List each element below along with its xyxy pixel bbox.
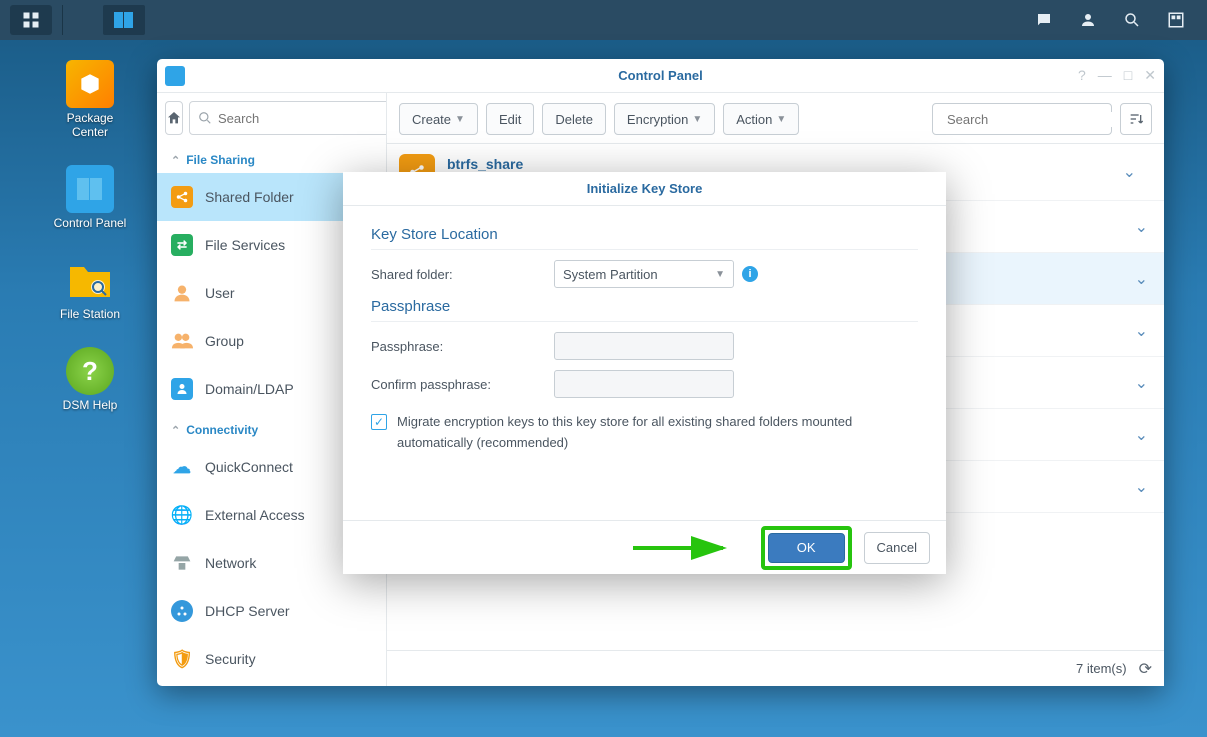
home-button[interactable] bbox=[165, 101, 183, 135]
desktop-icon-file-station[interactable]: File Station bbox=[40, 256, 140, 321]
taskbar-app-control-panel[interactable] bbox=[103, 5, 145, 35]
window-title: Control Panel bbox=[618, 68, 703, 83]
shared-folder-label: Shared folder: bbox=[371, 267, 546, 282]
passphrase-label: Passphrase: bbox=[371, 339, 546, 354]
sidebar-item-dhcp-server[interactable]: DHCP Server bbox=[157, 587, 386, 635]
minimize-icon[interactable]: — bbox=[1098, 67, 1112, 84]
chevron-down-icon[interactable]: ⌄ bbox=[1119, 425, 1164, 445]
taskbar bbox=[0, 0, 1207, 40]
main-menu-button[interactable] bbox=[10, 5, 52, 35]
chat-icon[interactable] bbox=[1023, 5, 1065, 35]
confirm-passphrase-input[interactable] bbox=[554, 370, 734, 398]
chevron-down-icon[interactable]: ⌄ bbox=[1119, 321, 1164, 341]
desktop-icon-package-center[interactable]: PackageCenter bbox=[40, 60, 140, 139]
ok-highlight: OK bbox=[761, 526, 852, 570]
status-bar: 7 item(s) ⟳ bbox=[387, 650, 1164, 686]
desktop-icon-label: PackageCenter bbox=[67, 111, 114, 139]
section-key-store-location: Key Store Location bbox=[371, 226, 918, 250]
encryption-button[interactable]: Encryption▼ bbox=[614, 103, 715, 135]
confirm-passphrase-label: Confirm passphrase: bbox=[371, 377, 546, 392]
toolbar-search-input[interactable] bbox=[947, 112, 1123, 127]
delete-button[interactable]: Delete bbox=[542, 103, 606, 135]
sidebar-item-security[interactable]: 🛡Security bbox=[157, 635, 386, 683]
user-icon[interactable] bbox=[1067, 5, 1109, 35]
sort-button[interactable] bbox=[1120, 103, 1152, 135]
shared-folder-select[interactable]: System Partition▼ bbox=[554, 260, 734, 288]
sidebar-search-input[interactable] bbox=[218, 111, 387, 126]
toolbar-search[interactable] bbox=[932, 103, 1112, 135]
sidebar-search[interactable] bbox=[189, 101, 387, 135]
action-button[interactable]: Action▼ bbox=[723, 103, 799, 135]
migrate-checkbox[interactable]: ✓ bbox=[371, 414, 387, 430]
chevron-down-icon[interactable]: ⌄ bbox=[1119, 373, 1164, 393]
chevron-down-icon[interactable]: ⌄ bbox=[1119, 477, 1164, 497]
desktop-icon-control-panel[interactable]: Control Panel bbox=[40, 165, 140, 230]
search-icon[interactable] bbox=[1111, 5, 1153, 35]
widgets-icon[interactable] bbox=[1155, 5, 1197, 35]
section-passphrase: Passphrase bbox=[371, 298, 918, 322]
sidebar-group-file-sharing[interactable]: ⌃File Sharing bbox=[157, 143, 386, 173]
desktop-icons: PackageCenter Control Panel File Station… bbox=[40, 60, 140, 438]
desktop-icon-label: File Station bbox=[60, 307, 120, 321]
ok-button[interactable]: OK bbox=[768, 533, 845, 563]
create-button[interactable]: Create▼ bbox=[399, 103, 478, 135]
row-name: btrfs_share bbox=[447, 156, 1095, 172]
chevron-down-icon[interactable]: ⌄ bbox=[1119, 217, 1164, 237]
desktop-icon-label: DSM Help bbox=[63, 398, 118, 412]
chevron-down-icon[interactable]: ⌄ bbox=[1119, 269, 1164, 289]
edit-button[interactable]: Edit bbox=[486, 103, 534, 135]
window-titlebar[interactable]: Control Panel ? — □ ✕ bbox=[157, 59, 1164, 93]
cancel-button[interactable]: Cancel bbox=[864, 532, 930, 564]
refresh-icon[interactable]: ⟳ bbox=[1139, 659, 1152, 679]
modal-title: Initialize Key Store bbox=[343, 172, 946, 206]
initialize-key-store-modal: Initialize Key Store Key Store Location … bbox=[343, 172, 946, 574]
passphrase-input[interactable] bbox=[554, 332, 734, 360]
desktop-icon-dsm-help[interactable]: ? DSM Help bbox=[40, 347, 140, 412]
migrate-label: Migrate encryption keys to this key stor… bbox=[397, 412, 918, 454]
toolbar: Create▼ Edit Delete Encryption▼ Action▼ bbox=[387, 93, 1164, 144]
close-icon[interactable]: ✕ bbox=[1144, 67, 1156, 84]
window-app-icon bbox=[165, 66, 185, 86]
annotation-arrow bbox=[633, 536, 733, 560]
info-icon[interactable]: i bbox=[742, 266, 758, 282]
chevron-down-icon[interactable]: ⌄ bbox=[1107, 162, 1152, 182]
desktop-icon-label: Control Panel bbox=[54, 216, 127, 230]
item-count: 7 item(s) bbox=[1076, 661, 1127, 676]
help-icon[interactable]: ? bbox=[1078, 67, 1086, 84]
maximize-icon[interactable]: □ bbox=[1124, 67, 1132, 84]
